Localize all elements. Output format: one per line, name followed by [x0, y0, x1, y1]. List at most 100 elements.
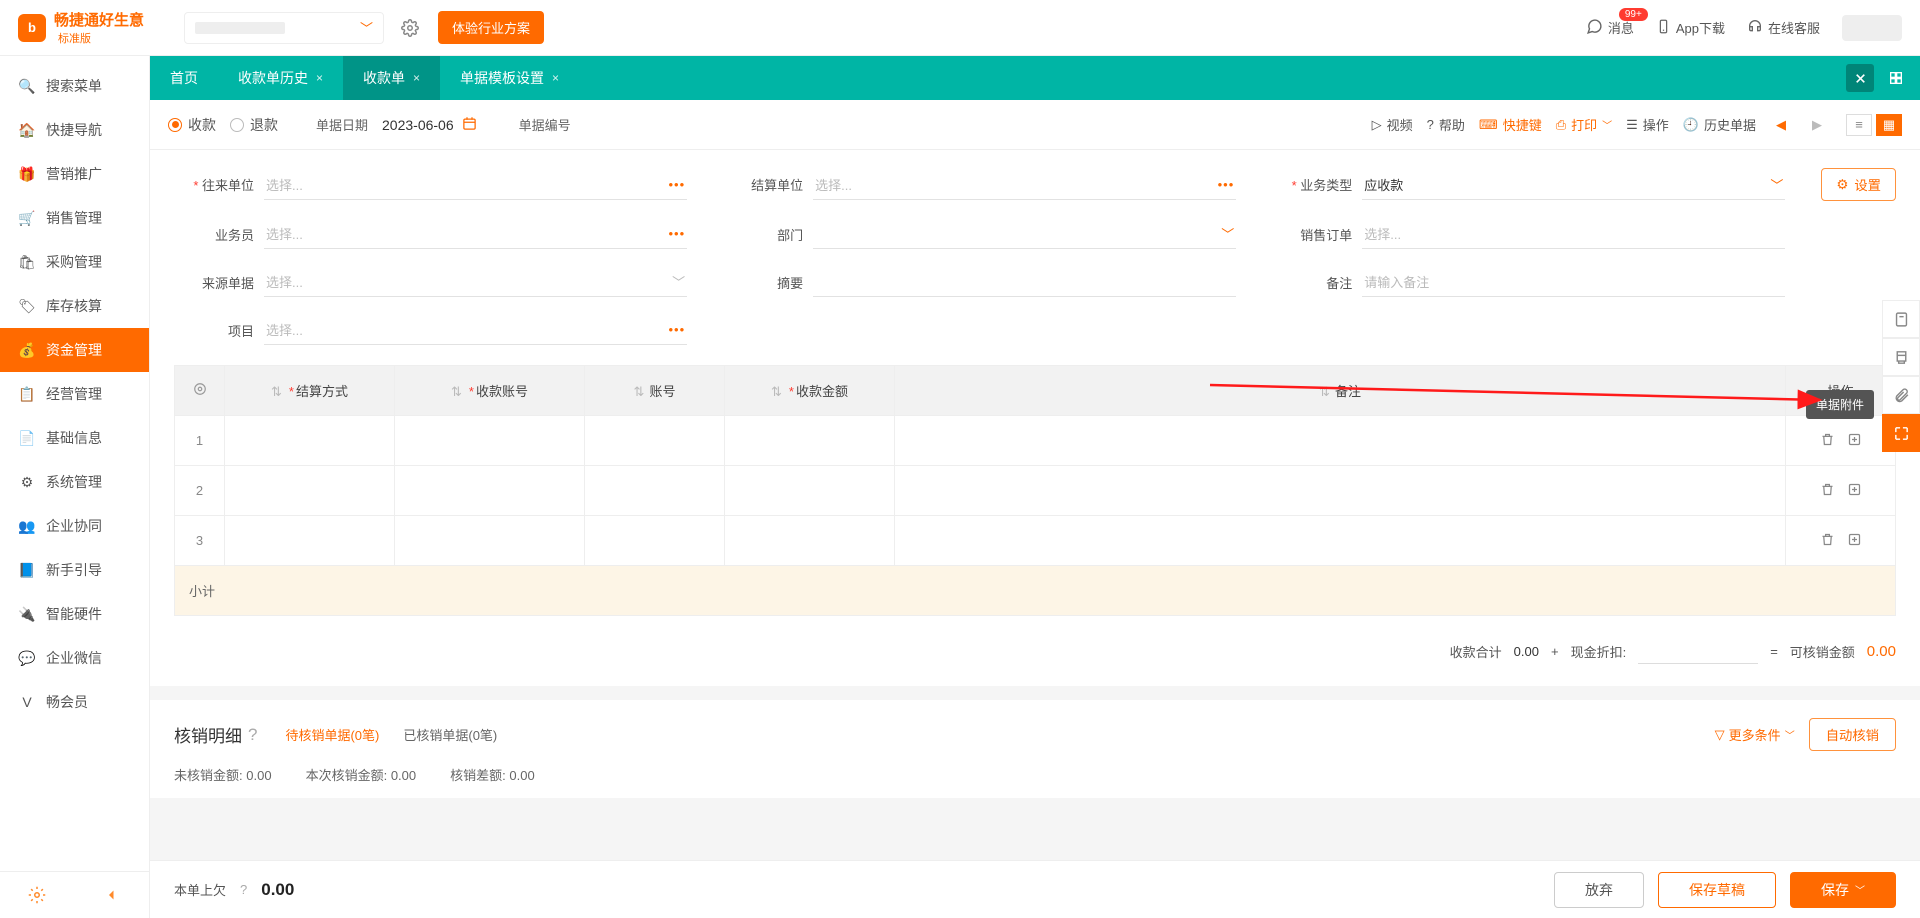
help-icon[interactable]: ?: [248, 725, 257, 745]
more-filters-link[interactable]: ▽ 更多条件 ﹀: [1715, 725, 1795, 744]
row-add-button[interactable]: [1847, 532, 1862, 550]
sidebar-item-14[interactable]: V畅会员: [0, 680, 149, 724]
tab-close-icon[interactable]: ×: [552, 71, 559, 85]
project-select[interactable]: 选择...•••: [264, 315, 687, 345]
side-tool-note[interactable]: [1882, 300, 1920, 338]
team-icon: 👥: [18, 517, 36, 535]
sidebar-item-1[interactable]: 🏠快捷导航: [0, 108, 149, 152]
code-label: 单据编号: [519, 115, 571, 134]
tab-close-all-button[interactable]: [1846, 64, 1874, 92]
next-doc-button[interactable]: ▶: [1806, 114, 1828, 136]
js-unit-select[interactable]: 选择...•••: [813, 170, 1236, 200]
shortcut-link[interactable]: ⌨快捷键: [1479, 115, 1542, 134]
row-add-button[interactable]: [1847, 432, 1862, 450]
sidebar-item-3[interactable]: 🛒销售管理: [0, 196, 149, 240]
row-delete-button[interactable]: [1820, 532, 1835, 550]
sidebar-collapse-button[interactable]: [75, 872, 150, 918]
chevron-down-icon: ﹀: [1221, 224, 1234, 243]
auto-verify-button[interactable]: 自动核销: [1809, 718, 1896, 751]
device-icon: 🔌: [18, 605, 36, 623]
side-tool-fullscreen[interactable]: [1882, 414, 1920, 452]
print-link[interactable]: ⎙打印﹀: [1556, 115, 1612, 134]
side-tool-attachment[interactable]: [1882, 376, 1920, 414]
tab-3[interactable]: 单据模板设置×: [440, 56, 579, 100]
tab-0[interactable]: 首页: [150, 56, 218, 100]
discount-input[interactable]: [1638, 638, 1758, 664]
row-delete-button[interactable]: [1820, 432, 1835, 450]
main: 首页收款单历史×收款单×单据模板设置× 收款 退款 单据日期: [150, 56, 1920, 918]
radio-receipt[interactable]: 收款: [168, 115, 216, 135]
tab-1[interactable]: 收款单历史×: [218, 56, 343, 100]
more-icon: •••: [1218, 177, 1235, 192]
more-icon: •••: [668, 177, 685, 192]
col-config-button[interactable]: [175, 366, 225, 416]
sidebar-item-9[interactable]: ⚙系统管理: [0, 460, 149, 504]
table-row[interactable]: 1: [175, 416, 1896, 466]
settings-button[interactable]: ⚙设置: [1821, 168, 1896, 201]
dept-select[interactable]: ﹀: [813, 219, 1236, 249]
sidebar: 🔍搜索菜单🏠快捷导航🎁营销推广🛒销售管理🛍采购管理🏷库存核算💰资金管理📋经营管理…: [0, 56, 150, 918]
tab-close-icon[interactable]: ×: [413, 71, 420, 85]
tab-close-icon[interactable]: ×: [316, 71, 323, 85]
prev-doc-button[interactable]: ◀: [1770, 114, 1792, 136]
video-link[interactable]: ▷视频: [1372, 115, 1413, 134]
sidebar-item-12[interactable]: 🔌智能硬件: [0, 592, 149, 636]
salesperson-select[interactable]: 选择...•••: [264, 219, 687, 249]
col-remark[interactable]: ⇅备注: [895, 366, 1786, 416]
sidebar-item-7[interactable]: 📋经营管理: [0, 372, 149, 416]
row-add-button[interactable]: [1847, 482, 1862, 500]
trial-button[interactable]: 体验行业方案: [438, 11, 544, 44]
messages-link[interactable]: 消息 99+: [1586, 18, 1634, 38]
table-row[interactable]: 3: [175, 516, 1896, 566]
view-list-button[interactable]: ≡: [1846, 114, 1872, 136]
subtotal-row: 小计: [175, 566, 1896, 616]
sidebar-item-label: 资金管理: [46, 340, 102, 360]
sidebar-item-10[interactable]: 👥企业协同: [0, 504, 149, 548]
sidebar-item-6[interactable]: 💰资金管理: [0, 328, 149, 372]
tab-expand-button[interactable]: [1882, 64, 1910, 92]
org-selector[interactable]: ﹀: [184, 12, 384, 44]
summary-input[interactable]: [813, 267, 1236, 297]
sidebar-bottom: [0, 871, 149, 918]
table-row[interactable]: 2: [175, 466, 1896, 516]
save-draft-button[interactable]: 保存草稿: [1658, 872, 1776, 908]
help-link[interactable]: ?帮助: [1427, 115, 1465, 134]
side-tool-print[interactable]: [1882, 338, 1920, 376]
sidebar-settings-button[interactable]: [0, 872, 75, 918]
col-acctno[interactable]: ⇅账号: [585, 366, 725, 416]
user-avatar[interactable]: [1842, 15, 1902, 41]
settings-icon[interactable]: [396, 14, 424, 42]
discard-button[interactable]: 放弃: [1554, 872, 1644, 908]
wl-unit-select[interactable]: 选择...•••: [264, 170, 687, 200]
history-link[interactable]: 🕘历史单据: [1683, 115, 1756, 134]
verify-tab-done[interactable]: 已核销单据(0笔): [403, 725, 497, 744]
bag-icon: 🛍: [18, 253, 36, 271]
row-delete-button[interactable]: [1820, 482, 1835, 500]
col-acct[interactable]: ⇅*收款账号: [395, 366, 585, 416]
sidebar-item-5[interactable]: 🏷库存核算: [0, 284, 149, 328]
remark-input[interactable]: 请输入备注: [1362, 267, 1785, 297]
source-doc-select[interactable]: 选择...﹀: [264, 267, 687, 297]
sidebar-item-8[interactable]: 📄基础信息: [0, 416, 149, 460]
view-card-button[interactable]: ▦: [1876, 114, 1902, 136]
col-amount[interactable]: ⇅*收款金额: [725, 366, 895, 416]
biz-type-select[interactable]: 应收款﹀: [1362, 170, 1785, 200]
order-select[interactable]: 选择...: [1362, 219, 1785, 249]
verify-tab-pending[interactable]: 待核销单据(0笔): [285, 725, 379, 744]
ops-link[interactable]: ☰操作: [1626, 115, 1669, 134]
sidebar-item-13[interactable]: 💬企业微信: [0, 636, 149, 680]
calendar-icon: [462, 116, 477, 134]
support-link[interactable]: 在线客服: [1747, 18, 1820, 37]
sidebar-item-0[interactable]: 🔍搜索菜单: [0, 64, 149, 108]
radio-refund[interactable]: 退款: [230, 115, 278, 135]
save-button[interactable]: 保存﹀: [1790, 872, 1896, 908]
sidebar-item-2[interactable]: 🎁营销推广: [0, 152, 149, 196]
app-download-link[interactable]: App下载: [1656, 18, 1725, 37]
print-icon: ⎙: [1556, 117, 1566, 133]
col-method[interactable]: ⇅*结算方式: [225, 366, 395, 416]
sidebar-item-4[interactable]: 🛍采购管理: [0, 240, 149, 284]
help-icon[interactable]: ?: [240, 882, 247, 897]
tab-2[interactable]: 收款单×: [343, 56, 440, 100]
date-field[interactable]: 2023-06-06: [382, 116, 477, 134]
sidebar-item-11[interactable]: 📘新手引导: [0, 548, 149, 592]
